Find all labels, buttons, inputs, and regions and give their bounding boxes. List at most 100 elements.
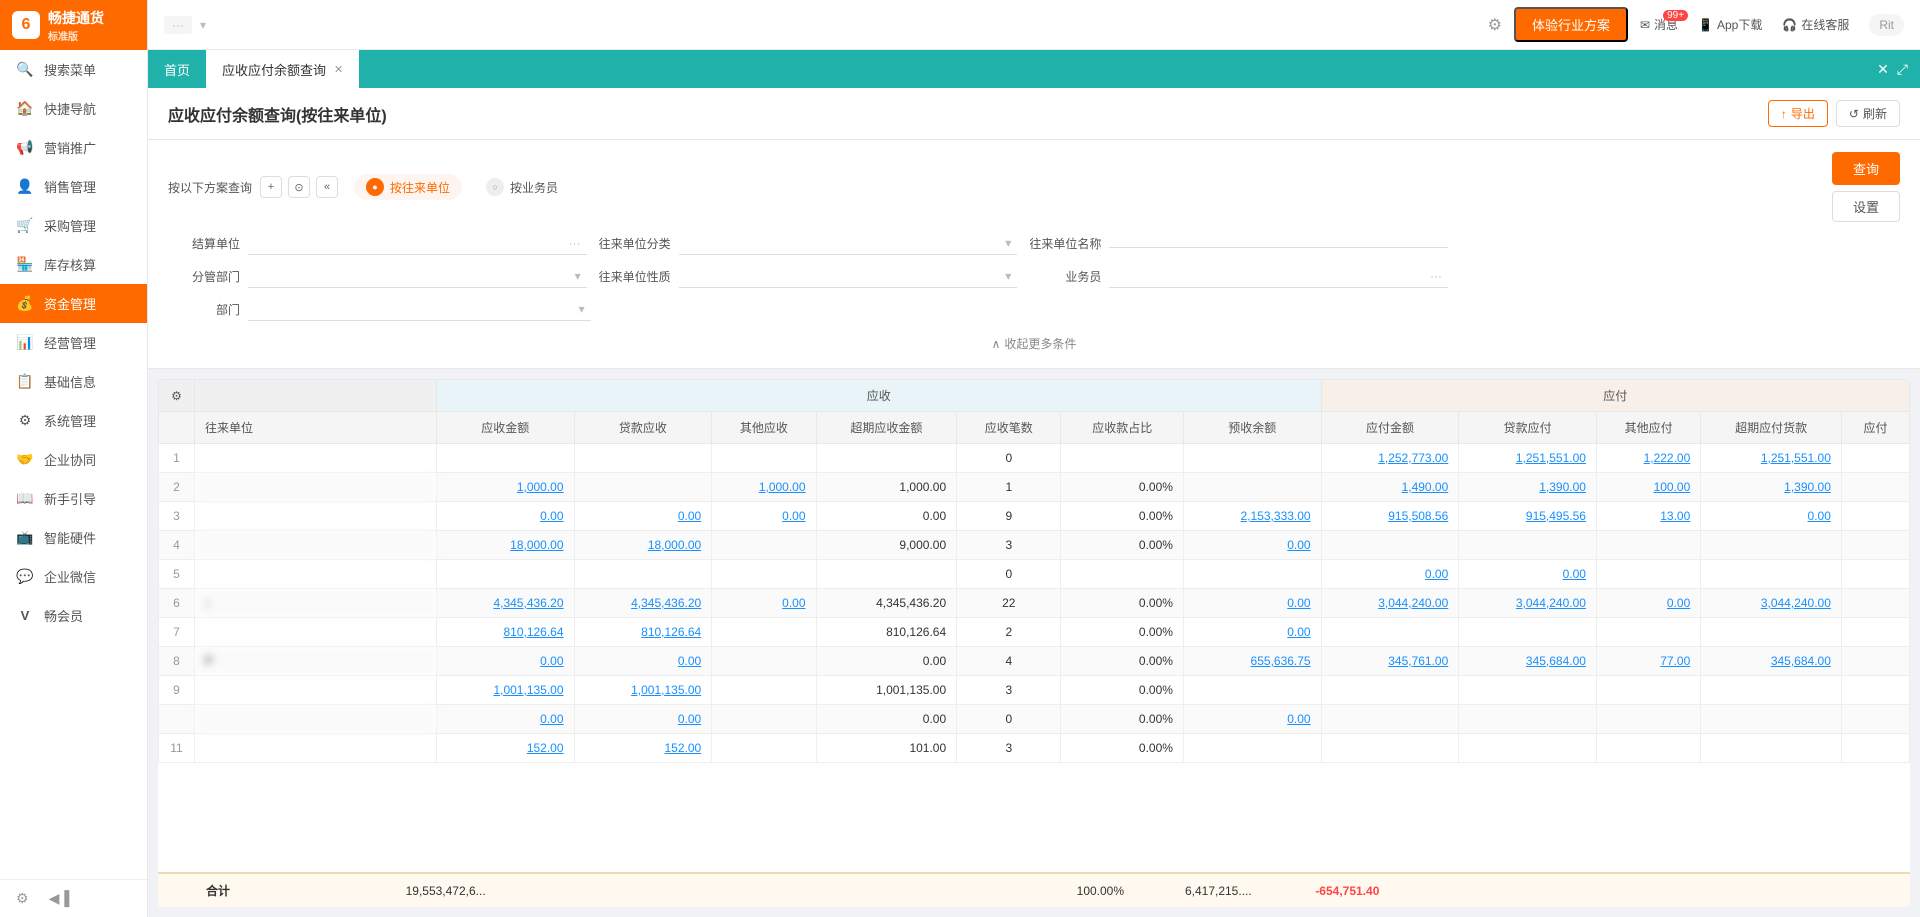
sidebar-item-purchase[interactable]: 🛒 采购管理 [0, 206, 147, 245]
sidebar-item-vip[interactable]: V 畅会员 [0, 596, 147, 635]
messages-button[interactable]: ✉ 消息 99+ [1640, 16, 1678, 33]
cell-loan-ar[interactable]: 18,000.00 [574, 531, 712, 560]
sidebar-item-quick-nav[interactable]: 🏠 快捷导航 [0, 89, 147, 128]
filter-collapse-icon[interactable]: « [316, 176, 338, 198]
tab-ar-ap[interactable]: 应收应付余额查询 ✕ [206, 50, 359, 88]
cell-ap-amount[interactable]: 1,252,773.00 [1321, 444, 1459, 473]
tab-home[interactable]: 首页 [148, 50, 206, 88]
tabbar-close-icon[interactable]: ✕ [1877, 61, 1889, 78]
promo-button[interactable]: 体验行业方案 [1514, 7, 1628, 42]
cell-ar-amount[interactable]: 0.00 [436, 502, 574, 531]
sidebar-item-operations[interactable]: 📊 经营管理 [0, 323, 147, 362]
cell-loan-ar[interactable]: 0.00 [574, 647, 712, 676]
cell-other-ar[interactable]: 0.00 [712, 502, 816, 531]
cell-ar-amount[interactable]: 0.00 [436, 647, 574, 676]
cell-loan-ar[interactable]: 152.00 [574, 734, 712, 763]
cell-prepaid[interactable]: 0.00 [1183, 705, 1321, 734]
cell-ap-amount[interactable]: 0.00 [1321, 560, 1459, 589]
salesman-input[interactable]: ··· [1109, 265, 1448, 288]
sidebar-item-beginner[interactable]: 📖 新手引导 [0, 479, 147, 518]
cell-ar-amount[interactable]: 810,126.64 [436, 618, 574, 647]
sidebar-item-sales[interactable]: 👤 销售管理 [0, 167, 147, 206]
settings-gear-icon[interactable]: ⚙ [1488, 15, 1502, 35]
tabbar-expand-icon[interactable]: ⤢ [1897, 61, 1908, 78]
cell-loan-ar[interactable]: 0.00 [574, 705, 712, 734]
dept-mgr-input[interactable]: ▾ [248, 265, 587, 288]
cell-loan-ap[interactable]: 1,251,551.00 [1459, 444, 1597, 473]
cell-loan-ap[interactable]: 1,390.00 [1459, 473, 1597, 502]
cell-ap-extra [1841, 473, 1909, 502]
cell-overdue-ap[interactable]: 1,251,551.00 [1701, 444, 1842, 473]
cell-other-ar [712, 618, 816, 647]
cell-prepaid[interactable]: 0.00 [1183, 589, 1321, 618]
sidebar-item-system[interactable]: ⚙ 系统管理 [0, 401, 147, 440]
cell-other-ap[interactable]: 0.00 [1596, 589, 1700, 618]
data-table-wrap[interactable]: ⚙ 应收 应付 往来单位 应收金额 贷款应收 其他应收 超期应 [158, 379, 1910, 872]
sidebar-item-search-menu[interactable]: 🔍 搜索菜单 [0, 50, 147, 89]
app-download-button[interactable]: 📱 App下载 [1698, 16, 1762, 33]
filter-option-by-staff[interactable]: ○ 按业务员 [474, 174, 570, 200]
cell-ar-amount[interactable]: 0.00 [436, 705, 574, 734]
cell-ar-amount[interactable]: 4,345,436.20 [436, 589, 574, 618]
sidebar-item-base-info[interactable]: 📋 基础信息 [0, 362, 147, 401]
export-button[interactable]: ↑ 导出 [1768, 100, 1828, 127]
sidebar-item-finance[interactable]: 💰 资金管理 [0, 284, 147, 323]
cell-loan-ap[interactable]: 345,684.00 [1459, 647, 1597, 676]
cell-loan-ar[interactable]: 4,345,436.20 [574, 589, 712, 618]
unit-category-input[interactable]: ▾ [679, 232, 1018, 255]
cell-loan-ap[interactable]: 3,044,240.00 [1459, 589, 1597, 618]
user-avatar[interactable]: Rit [1869, 14, 1904, 36]
cell-other-ap[interactable]: 100.00 [1596, 473, 1700, 502]
cell-loan-ar[interactable]: 810,126.64 [574, 618, 712, 647]
cell-other-ap[interactable]: 13.00 [1596, 502, 1700, 531]
cell-ar-amount[interactable]: 1,001,135.00 [436, 676, 574, 705]
cell-loan-ar[interactable]: 1,001,135.00 [574, 676, 712, 705]
cell-overdue-ap[interactable]: 345,684.00 [1701, 647, 1842, 676]
cell-prepaid[interactable]: 2,153,333.00 [1183, 502, 1321, 531]
marketing-icon: 📢 [16, 139, 34, 156]
th-settings[interactable]: ⚙ [159, 380, 195, 412]
filter-field-unit-name: 往来单位名称 [1029, 232, 1448, 255]
cell-other-ap[interactable]: 1,222.00 [1596, 444, 1700, 473]
messages-icon: ✉ [1640, 18, 1650, 32]
tab-close-icon[interactable]: ✕ [334, 63, 343, 76]
sidebar-item-smart-hw[interactable]: 📺 智能硬件 [0, 518, 147, 557]
cell-prepaid[interactable]: 0.00 [1183, 618, 1321, 647]
cell-other-ar[interactable]: 1,000.00 [712, 473, 816, 502]
cell-other-ap[interactable]: 77.00 [1596, 647, 1700, 676]
settings-button[interactable]: 设置 [1832, 191, 1900, 222]
sidebar-item-marketing[interactable]: 📢 营销推广 [0, 128, 147, 167]
sidebar-settings-icon[interactable]: ⚙ [16, 890, 29, 907]
cell-ap-amount[interactable]: 3,044,240.00 [1321, 589, 1459, 618]
cell-overdue-ap[interactable]: 0.00 [1701, 502, 1842, 531]
unit-nature-input[interactable]: ▾ [679, 265, 1018, 288]
filter-collapse-button[interactable]: ∧ 收起更多条件 [168, 331, 1900, 356]
cell-ar-amount[interactable]: 18,000.00 [436, 531, 574, 560]
cell-loan-ar[interactable]: 0.00 [574, 502, 712, 531]
cell-ap-amount[interactable]: 915,508.56 [1321, 502, 1459, 531]
cell-prepaid[interactable]: 0.00 [1183, 531, 1321, 560]
cell-ar-amount[interactable]: 1,000.00 [436, 473, 574, 502]
sidebar-item-enterprise[interactable]: 🤝 企业协同 [0, 440, 147, 479]
cell-prepaid[interactable]: 655,636.75 [1183, 647, 1321, 676]
cell-ap-amount[interactable]: 1,490.00 [1321, 473, 1459, 502]
online-service-button[interactable]: 🎧 在线客服 [1782, 16, 1849, 33]
sidebar-item-wechat[interactable]: 💬 企业微信 [0, 557, 147, 596]
sidebar-collapse-icon[interactable]: ◀▐ [49, 890, 70, 907]
cell-loan-ap[interactable]: 0.00 [1459, 560, 1597, 589]
filter-add-icon[interactable]: + [260, 176, 282, 198]
sidebar-item-inventory[interactable]: 🏪 库存核算 [0, 245, 147, 284]
cell-loan-ap[interactable]: 915,495.56 [1459, 502, 1597, 531]
settlement-unit-input[interactable]: ··· [248, 232, 587, 255]
filter-settings-icon[interactable]: ⊙ [288, 176, 310, 198]
refresh-button[interactable]: ↺ 刷新 [1836, 100, 1900, 127]
cell-other-ar[interactable]: 0.00 [712, 589, 816, 618]
query-button[interactable]: 查询 [1832, 152, 1900, 185]
cell-overdue-ap[interactable]: 1,390.00 [1701, 473, 1842, 502]
filter-option-by-unit[interactable]: ● 按往来单位 [354, 174, 462, 200]
cell-ar-amount[interactable]: 152.00 [436, 734, 574, 763]
unit-name-input[interactable] [1109, 239, 1448, 248]
dept-input[interactable]: ▾ [248, 298, 591, 321]
cell-overdue-ap[interactable]: 3,044,240.00 [1701, 589, 1842, 618]
cell-ap-amount[interactable]: 345,761.00 [1321, 647, 1459, 676]
